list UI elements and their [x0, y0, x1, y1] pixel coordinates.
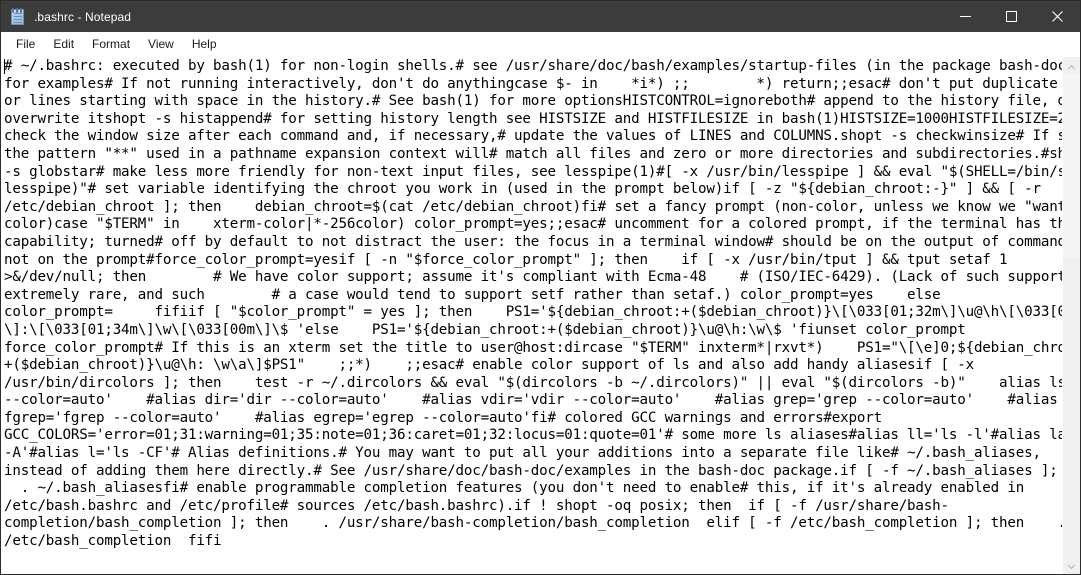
scrollbar-track[interactable] — [1063, 74, 1080, 557]
editor-line: extremely rare, and such # a case would … — [4, 286, 941, 303]
editor-line: capability; turned# off by default to no… — [4, 233, 1062, 250]
scrollbar-thumb[interactable] — [1063, 74, 1080, 258]
editor-line: GCC_COLORS='error=01;31:warning=01;35:no… — [4, 427, 1062, 444]
editor-line: color)case "$TERM" in xterm-color|*-256c… — [4, 216, 1062, 233]
text-caret — [4, 59, 5, 74]
editor-line: /etc/bash_completion fifi — [4, 533, 222, 550]
editor-line: lesspipe)"# set variable identifying the… — [4, 181, 1041, 198]
minimize-icon — [959, 11, 971, 22]
maximize-button[interactable] — [988, 1, 1034, 32]
chevron-up-icon — [1067, 57, 1076, 75]
editor-line: /etc/debian_chroot ]; then debian_chroot… — [4, 198, 1062, 215]
window-controls — [942, 1, 1080, 32]
editor-line: --color=auto' #alias dir='dir --color=au… — [4, 392, 1058, 409]
editor-line: or lines starting with space in the hist… — [4, 93, 1062, 110]
editor-line: . ~/.bash_aliasesfi# enable programmable… — [4, 480, 1025, 497]
notepad-window: .bashrc - Notepad File Edit Format View … — [0, 0, 1081, 575]
editor-line: check the window size after each command… — [4, 128, 1062, 145]
editor-line: /usr/bin/dircolors ]; then test -r ~/.di… — [4, 374, 1062, 391]
editor-line: \]:\[\033[01;34m\]\w\[\033[00m\]\$ 'else… — [4, 321, 966, 338]
editor-line: # ~/.bashrc: executed by bash(1) for non… — [4, 58, 1062, 74]
titlebar[interactable]: .bashrc - Notepad — [1, 1, 1080, 32]
window-title: .bashrc - Notepad — [34, 9, 132, 24]
editor-line: -s globstar# make less more friendly for… — [4, 163, 1062, 180]
editor-line: for examples# If not running interactive… — [4, 75, 1062, 92]
notepad-icon — [10, 7, 26, 25]
editor-text[interactable]: # ~/.bashrc: executed by bash(1) for non… — [2, 58, 1062, 551]
editor-line: instead of adding them here directly.# S… — [4, 462, 1062, 479]
menu-edit[interactable]: Edit — [44, 34, 83, 55]
editor-line: +($debian_chroot)}\u@\h: \w\a\]$PS1" ;;*… — [4, 357, 974, 374]
menubar: File Edit Format View Help — [1, 32, 1080, 57]
vertical-scrollbar[interactable] — [1062, 57, 1080, 574]
text-editor[interactable]: # ~/.bashrc: executed by bash(1) for non… — [1, 57, 1062, 574]
editor-line: color_prompt= fifiif [ "$color_prompt" =… — [4, 304, 1062, 321]
menu-format[interactable]: Format — [83, 34, 139, 55]
scroll-down-button[interactable] — [1063, 557, 1080, 574]
editor-line: /etc/bash.bashrc and /etc/profile# sourc… — [4, 497, 949, 514]
editor-line: >&/dev/null; then # We have color suppor… — [4, 269, 1062, 286]
editor-line: the pattern "**" used in a pathname expa… — [4, 145, 1062, 162]
menu-help[interactable]: Help — [183, 34, 226, 55]
menu-file[interactable]: File — [7, 34, 44, 55]
close-button[interactable] — [1034, 1, 1080, 32]
editor-line: completion/bash_completion ]; then . /us… — [4, 515, 1062, 532]
editor-area: # ~/.bashrc: executed by bash(1) for non… — [1, 57, 1080, 574]
editor-line: overwrite itshopt -s histappend# for set… — [4, 110, 1062, 127]
maximize-icon — [1005, 11, 1017, 22]
minimize-button[interactable] — [942, 1, 988, 32]
editor-line: -A'#alias l='ls -CF'# Alias definitions.… — [4, 445, 1041, 462]
editor-line: fgrep='fgrep --color=auto' #alias egrep=… — [4, 409, 882, 426]
chevron-down-icon — [1067, 557, 1076, 575]
editor-line: not on the prompt#force_color_prompt=yes… — [4, 251, 1008, 268]
scroll-up-button[interactable] — [1063, 57, 1080, 74]
close-icon — [1051, 11, 1063, 22]
menu-view[interactable]: View — [139, 34, 183, 55]
editor-line: force_color_prompt# If this is an xterm … — [4, 339, 1062, 356]
